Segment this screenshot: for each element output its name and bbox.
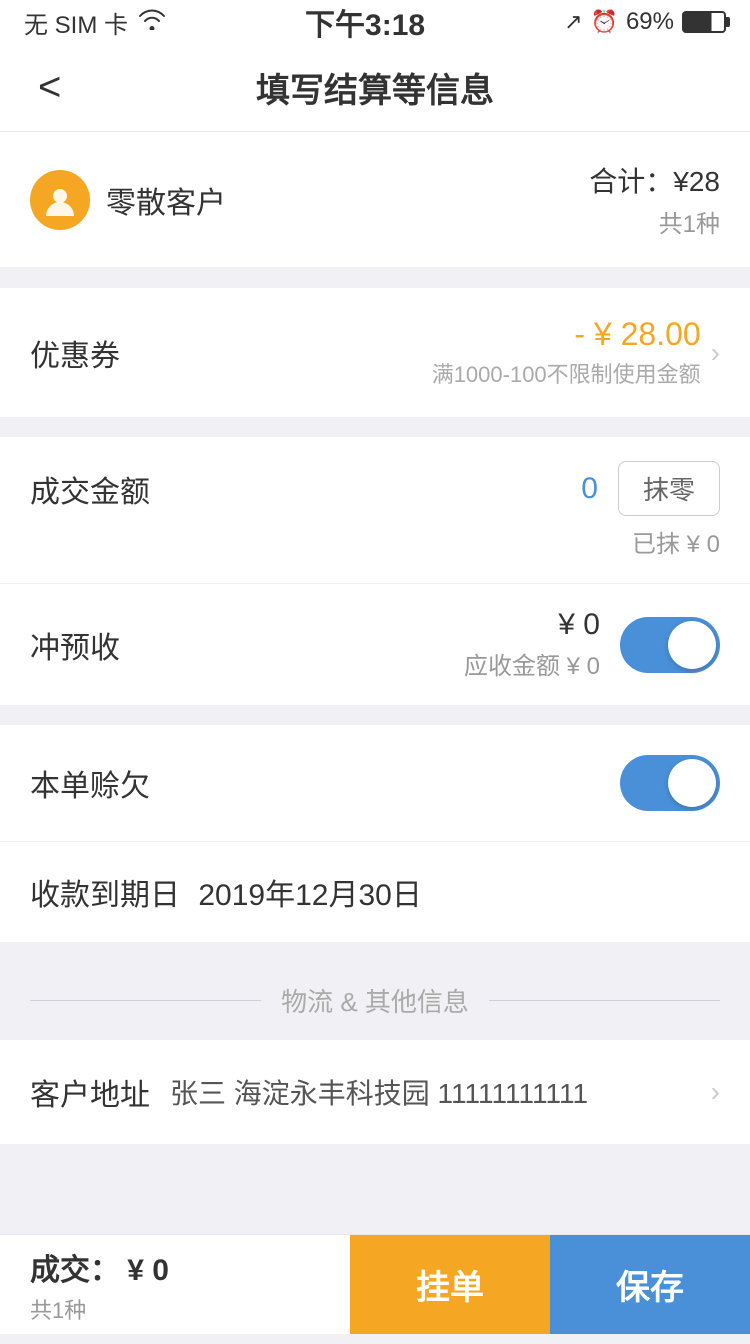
gap-3 [0, 705, 750, 725]
prereceive-row: 冲预收 ¥ 0 应收金额 ¥ 0 [0, 583, 750, 705]
address-section[interactable]: 客户地址 张三 海淀永丰科技园 11111111111 › [0, 1039, 750, 1144]
status-right: ↗ ⏰ 69% [564, 8, 726, 36]
coupon-amount: - ¥ 28.00 [432, 316, 701, 353]
coupon-label: 优惠券 [30, 331, 120, 375]
bottom-bar: 成交： ¥ 0 共1种 挂单 保存 [0, 1234, 750, 1334]
save-button[interactable]: 保存 [550, 1235, 750, 1334]
status-time: 下午3:18 [305, 0, 425, 44]
logistics-label: 物流 & 其他信息 [281, 982, 469, 1019]
deal-amount-label: 成交金额 [30, 467, 150, 511]
wifi-icon [138, 8, 166, 37]
prereceive-toggle[interactable] [620, 617, 720, 673]
bottom-deal-row: 成交： ¥ 0 [30, 1245, 320, 1289]
nav-bar: < 填写结算等信息 [0, 44, 750, 132]
round-button[interactable]: 抹零 [618, 461, 720, 516]
status-left: 无 SIM 卡 [24, 5, 166, 40]
prereceive-values: ¥ 0 应收金额 ¥ 0 [464, 608, 600, 681]
debt-label: 本单赊欠 [30, 761, 150, 805]
customer-left: 零散客户 [30, 170, 226, 230]
deal-sub-text: 已抹 ¥ 0 [30, 524, 720, 559]
total-amount: 合计：¥28 [589, 160, 720, 200]
divider-line-right [489, 1000, 720, 1001]
battery-percent: 69% [626, 8, 674, 36]
bottom-count: 共1种 [30, 1293, 320, 1325]
coupon-row[interactable]: 优惠券 - ¥ 28.00 满1000-100不限制使用金额 › [0, 287, 750, 417]
coupon-section[interactable]: 优惠券 - ¥ 28.00 满1000-100不限制使用金额 › [0, 287, 750, 417]
address-value: 张三 海淀永丰科技园 11111111111 [170, 1072, 711, 1112]
bottom-deal-value: ¥ 0 [127, 1254, 169, 1287]
address-row[interactable]: 客户地址 张三 海淀永丰科技园 11111111111 › [0, 1039, 750, 1144]
divider-line-left [30, 1000, 261, 1001]
deal-right: 0 抹零 [581, 461, 720, 516]
coupon-right: - ¥ 28.00 满1000-100不限制使用金额 › [432, 316, 720, 389]
gap-2 [0, 417, 750, 437]
duedate-label: 收款到期日 [30, 879, 180, 912]
gap-1 [0, 267, 750, 287]
total-count: 共1种 [589, 204, 720, 239]
hang-single-button[interactable]: 挂单 [350, 1235, 550, 1334]
debt-row: 本单赊欠 [0, 725, 750, 841]
chevron-right-icon: › [711, 337, 720, 369]
deal-section: 成交金额 0 抹零 已抹 ¥ 0 冲预收 ¥ 0 应收金额 ¥ 0 [0, 437, 750, 705]
duedate-value: 2019年12月30日 [198, 879, 421, 912]
bottom-summary: 成交： ¥ 0 共1种 [0, 1235, 350, 1334]
debt-section: 本单赊欠 收款到期日 2019年12月30日 [0, 725, 750, 942]
alarm-icon: ⏰ [591, 9, 618, 35]
bottom-deal-label: 成交： [30, 1254, 120, 1287]
deal-value: 0 [581, 472, 598, 506]
deal-row-main: 成交金额 0 抹零 [30, 461, 720, 516]
prereceive-amount: ¥ 0 [464, 608, 600, 642]
debt-toggle[interactable] [620, 755, 720, 811]
logistics-divider: 物流 & 其他信息 [0, 962, 750, 1039]
gap-4 [0, 942, 750, 962]
address-chevron-icon: › [711, 1076, 720, 1108]
customer-total: 合计：¥28 共1种 [589, 160, 720, 239]
sim-label: 无 SIM 卡 [24, 5, 128, 40]
debt-toggle-knob [668, 759, 716, 807]
toggle-knob [668, 621, 716, 669]
duedate-row: 收款到期日 2019年12月30日 [0, 841, 750, 942]
status-bar: 无 SIM 卡 下午3:18 ↗ ⏰ 69% [0, 0, 750, 44]
address-label: 客户地址 [30, 1070, 150, 1114]
customer-section: 零散客户 合计：¥28 共1种 [0, 132, 750, 267]
avatar [30, 170, 90, 230]
customer-row: 零散客户 合计：¥28 共1种 [0, 132, 750, 267]
back-button[interactable]: < [28, 55, 71, 120]
deal-amount-row: 成交金额 0 抹零 已抹 ¥ 0 [0, 437, 750, 583]
location-icon: ↗ [564, 9, 582, 35]
coupon-desc: 满1000-100不限制使用金额 [432, 357, 701, 389]
page-title: 填写结算等信息 [256, 63, 494, 112]
prereceive-sub: 应收金额 ¥ 0 [464, 646, 600, 681]
prereceive-label: 冲预收 [30, 623, 120, 667]
battery-icon [682, 11, 726, 33]
customer-name: 零散客户 [106, 178, 226, 222]
prereceive-right: ¥ 0 应收金额 ¥ 0 [464, 608, 720, 681]
